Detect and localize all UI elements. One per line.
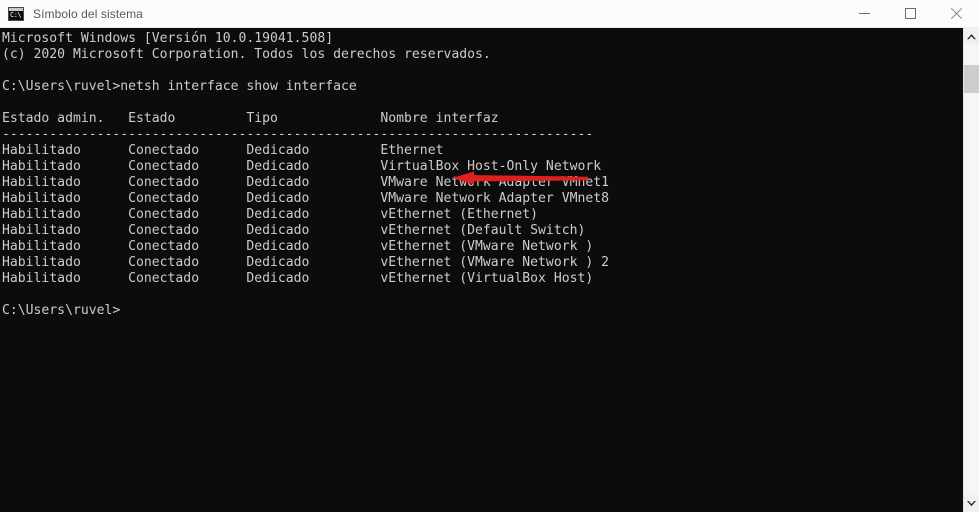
vertical-scrollbar[interactable]	[963, 28, 979, 512]
console-output-area[interactable]: Microsoft Windows [Versión 10.0.19041.50…	[0, 28, 963, 512]
scrollbar-down-button[interactable]	[964, 495, 979, 512]
scrollbar-thumb[interactable]	[964, 65, 979, 93]
window-titlebar[interactable]: C:\ Símbolo del sistema	[0, 0, 979, 28]
command-prompt-window: C:\ Símbolo del sistema Microsoft Window…	[0, 0, 979, 512]
maximize-button[interactable]	[887, 0, 933, 27]
window-controls	[841, 0, 979, 27]
minimize-button[interactable]	[841, 0, 887, 27]
cmd-icon: C:\	[8, 6, 24, 21]
maximize-icon	[904, 8, 916, 19]
scrollbar-track[interactable]	[964, 45, 979, 495]
close-icon	[950, 8, 962, 19]
chevron-down-icon	[967, 500, 976, 506]
scrollbar-up-button[interactable]	[964, 28, 979, 45]
cmd-icon-label: C:\	[10, 10, 22, 19]
window-title: Símbolo del sistema	[33, 6, 143, 21]
console-text: Microsoft Windows [Versión 10.0.19041.50…	[2, 31, 609, 318]
close-button[interactable]	[933, 0, 979, 27]
chevron-up-icon	[967, 33, 976, 39]
minimize-icon	[858, 13, 870, 14]
